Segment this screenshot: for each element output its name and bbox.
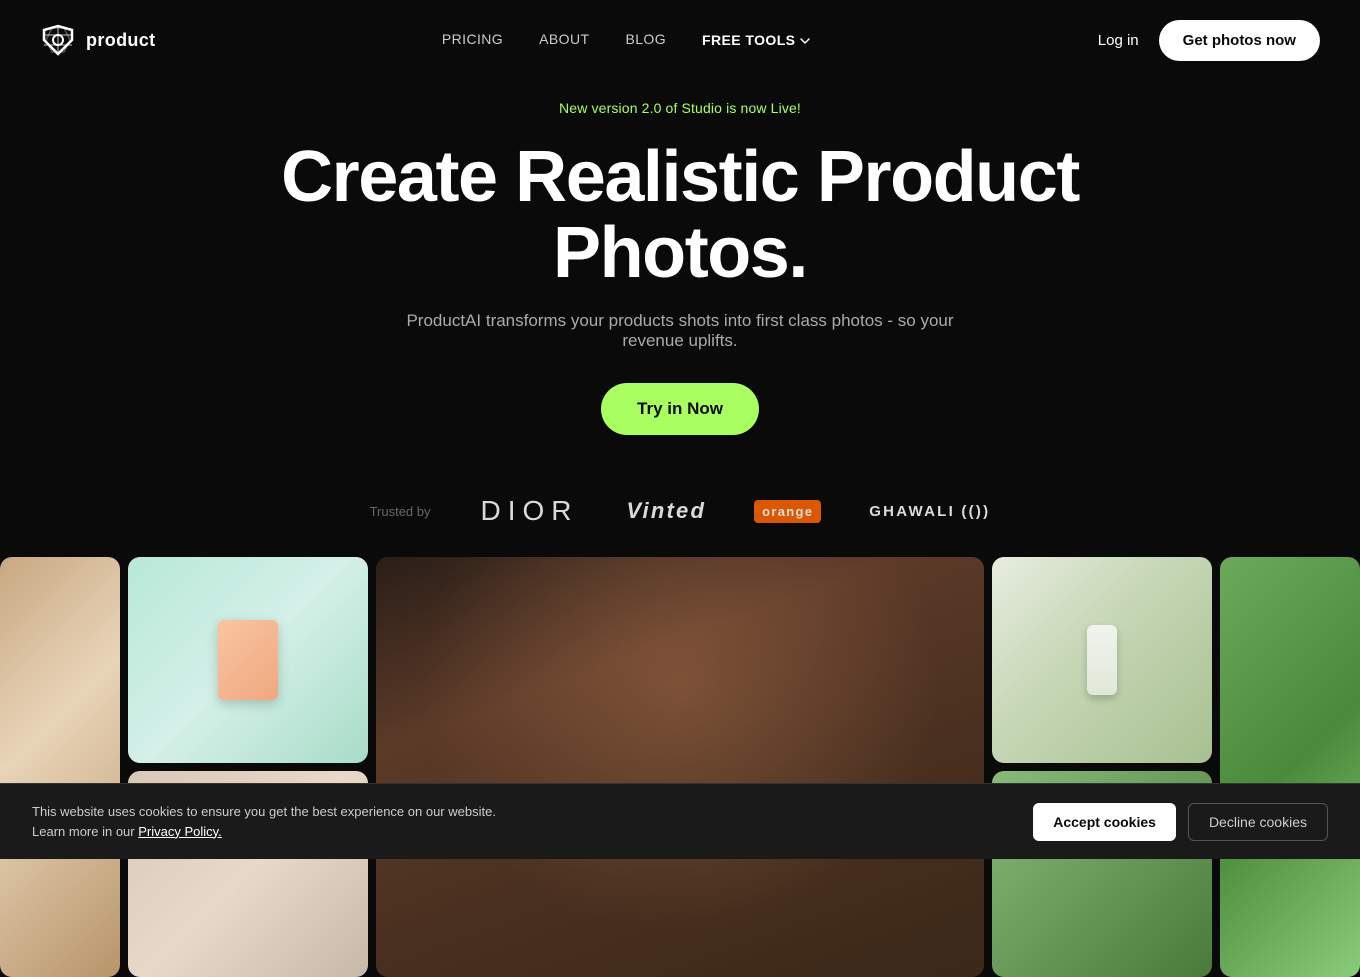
gallery-image-nature: [1220, 557, 1360, 977]
logo-label: product: [86, 30, 156, 51]
gallery-col-1: [0, 557, 120, 977]
gallery-col-4: [992, 557, 1212, 977]
chevron-down-icon: [799, 35, 811, 47]
main-nav: product PRICING ABOUT BLOG FREE TOOLS Lo…: [0, 0, 1360, 80]
privacy-policy-link[interactable]: Privacy Policy.: [138, 824, 222, 839]
gallery-col-2: [128, 557, 368, 977]
cookie-buttons: Accept cookies Decline cookies: [1033, 803, 1328, 841]
cookie-text: This website uses cookies to ensure you …: [32, 802, 1013, 841]
get-photos-button[interactable]: Get photos now: [1159, 20, 1320, 61]
brand-orange: orange: [754, 500, 821, 523]
gallery-image-ring: [0, 557, 120, 977]
gallery-col-5: [1220, 557, 1360, 977]
brand-vinted: Vinted: [627, 498, 707, 524]
brand-ghawali: GHAWALI (()): [869, 503, 990, 520]
gallery-image-skincare: [992, 557, 1212, 763]
cookie-banner: This website uses cookies to ensure you …: [0, 783, 1360, 859]
hero-section: New version 2.0 of Studio is now Live! C…: [0, 80, 1360, 475]
gallery-image-woman: [376, 557, 984, 977]
hero-cta-button[interactable]: Try in Now: [601, 383, 759, 435]
login-button[interactable]: Log in: [1098, 32, 1139, 49]
nav-item-free-tools[interactable]: FREE TOOLS: [702, 32, 811, 48]
trusted-section: Trusted by DIOR Vinted orange GHAWALI ((…: [0, 475, 1360, 557]
logo-icon: [40, 22, 76, 58]
logo[interactable]: product: [40, 22, 156, 58]
nav-item-blog[interactable]: BLOG: [625, 31, 666, 49]
gallery-image-perfume: [128, 557, 368, 763]
brand-dior: DIOR: [481, 495, 579, 527]
nav-right: Log in Get photos now: [1098, 20, 1320, 61]
trusted-logos: DIOR Vinted orange GHAWALI (()): [481, 495, 991, 527]
hero-title: Create Realistic Product Photos.: [230, 140, 1130, 291]
gallery-col-center: [376, 557, 984, 977]
decline-cookies-button[interactable]: Decline cookies: [1188, 803, 1328, 841]
nav-item-pricing[interactable]: PRICING: [442, 31, 503, 49]
nav-item-about[interactable]: ABOUT: [539, 31, 589, 49]
hero-banner: New version 2.0 of Studio is now Live!: [40, 100, 1320, 116]
accept-cookies-button[interactable]: Accept cookies: [1033, 803, 1176, 841]
product-gallery: [0, 557, 1360, 977]
trusted-label: Trusted by: [370, 504, 431, 519]
nav-links: PRICING ABOUT BLOG FREE TOOLS: [442, 31, 812, 49]
hero-subtitle: ProductAI transforms your products shots…: [380, 311, 980, 351]
